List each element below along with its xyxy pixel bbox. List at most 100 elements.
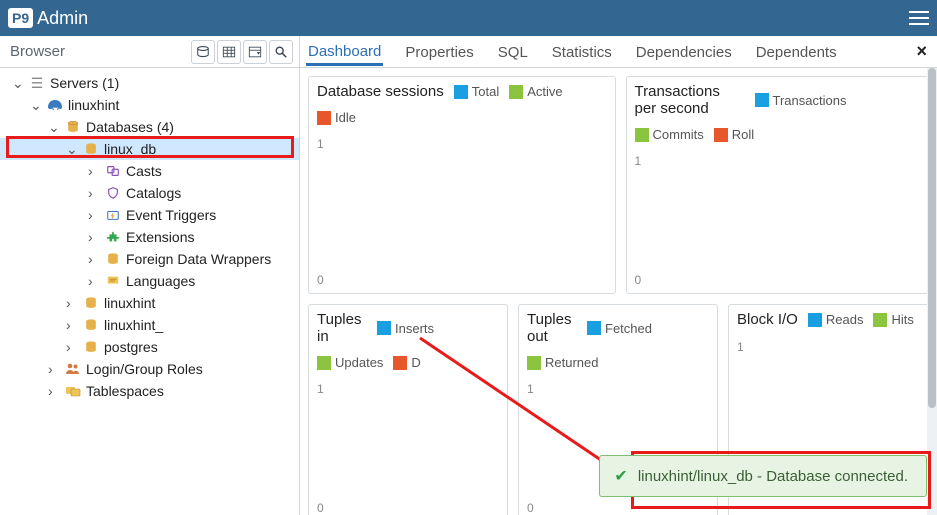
legend-commits: Commits <box>635 127 704 142</box>
content-pane: Dashboard Properties SQL Statistics Depe… <box>300 36 937 515</box>
chart-sessions: 1 0 <box>309 129 615 293</box>
card-tuples-in: Tuples in Inserts Updates D 1 0 <box>308 304 508 515</box>
logo-badge: P9 <box>8 8 33 28</box>
event-trigger-icon <box>104 208 122 222</box>
database-icon <box>82 142 100 156</box>
tree-db-linux_db[interactable]: ⌄ linux_db <box>0 138 299 160</box>
toast-message: linuxhint/linux_db - Database connected. <box>638 468 908 485</box>
scrollbar-thumb[interactable] <box>928 68 936 408</box>
tree-db-postgres[interactable]: › postgres <box>0 336 299 358</box>
app-topbar: P9 Admin <box>0 0 937 36</box>
card-title: Transactions per second <box>635 83 745 117</box>
close-panel-icon[interactable]: × <box>916 41 927 62</box>
legend-updates: Updates <box>317 355 383 370</box>
chevron-down-icon[interactable]: ⌄ <box>66 141 78 158</box>
legend-hits: Hits <box>873 312 913 327</box>
tablespaces-icon <box>64 384 82 398</box>
chevron-down-icon[interactable]: ⌄ <box>12 75 24 92</box>
sidebar-title: Browser <box>10 43 65 60</box>
y-tick: 0 <box>317 273 324 287</box>
y-tick: 1 <box>317 382 324 396</box>
tree-label: Event Triggers <box>126 207 216 223</box>
vertical-scrollbar[interactable] <box>927 68 937 515</box>
card-title: Database sessions <box>317 83 444 100</box>
browser-sidebar: Browser ⌄ ☰ Servers (1) ⌄ linuxhint <box>0 36 300 515</box>
casts-icon <box>104 164 122 178</box>
tree-extensions[interactable]: › Extensions <box>0 226 299 248</box>
y-tick: 0 <box>527 501 534 515</box>
card-title: Block I/O <box>737 311 798 328</box>
tree-event-triggers[interactable]: › Event Triggers <box>0 204 299 226</box>
elephant-icon <box>46 98 64 112</box>
tree-label: Extensions <box>126 229 194 245</box>
legend-rollbacks: Roll <box>714 127 754 142</box>
fdw-icon <box>104 252 122 266</box>
toast-notification[interactable]: ✔ linuxhint/linux_db - Database connecte… <box>599 455 927 497</box>
view-data-icon[interactable] <box>217 40 241 64</box>
servers-icon: ☰ <box>28 75 46 92</box>
tab-bar: Dashboard Properties SQL Statistics Depe… <box>300 36 937 68</box>
tree-label: linuxhint_ <box>104 317 163 333</box>
y-tick: 0 <box>635 273 642 287</box>
legend-fetched: Fetched <box>587 321 652 336</box>
tree-label: Tablespaces <box>86 383 164 399</box>
search-icon[interactable] <box>269 40 293 64</box>
tree-label: Languages <box>126 273 195 289</box>
filter-icon[interactable] <box>243 40 267 64</box>
tree-label: Login/Group Roles <box>86 361 203 377</box>
hamburger-menu-icon[interactable] <box>909 11 929 25</box>
chevron-down-icon[interactable]: ⌄ <box>30 97 42 114</box>
tree-tablespaces[interactable]: › Tablespaces <box>0 380 299 402</box>
tree-login-roles[interactable]: › Login/Group Roles <box>0 358 299 380</box>
database-icon <box>82 318 100 332</box>
tree-db-linuxhint_[interactable]: › linuxhint_ <box>0 314 299 336</box>
tree-label: postgres <box>104 339 158 355</box>
tree-servers[interactable]: ⌄ ☰ Servers (1) <box>0 72 299 94</box>
tab-sql[interactable]: SQL <box>496 38 530 65</box>
tree-languages[interactable]: › Languages <box>0 270 299 292</box>
legend-inserts: Inserts <box>377 321 434 336</box>
tree-catalogs[interactable]: › Catalogs <box>0 182 299 204</box>
chevron-right-icon[interactable]: › <box>88 185 100 201</box>
tab-dashboard[interactable]: Dashboard <box>306 37 383 66</box>
chevron-right-icon[interactable]: › <box>66 317 78 333</box>
check-icon: ✔ <box>614 466 627 486</box>
tab-statistics[interactable]: Statistics <box>550 38 614 65</box>
tree-databases[interactable]: ⌄ Databases (4) <box>0 116 299 138</box>
tree-db-linuxhint[interactable]: › linuxhint <box>0 292 299 314</box>
chevron-right-icon[interactable]: › <box>48 383 60 399</box>
tree-label: Casts <box>126 163 162 179</box>
legend-idle: Idle <box>317 110 356 125</box>
tree-casts[interactable]: › Casts <box>0 160 299 182</box>
database-icon <box>64 120 82 134</box>
card-title: Tuples in <box>317 311 367 345</box>
chevron-right-icon[interactable]: › <box>88 207 100 223</box>
card-title: Tuples out <box>527 311 577 345</box>
chevron-right-icon[interactable]: › <box>88 273 100 289</box>
chevron-right-icon[interactable]: › <box>66 339 78 355</box>
y-tick: 1 <box>737 340 744 354</box>
y-tick: 1 <box>635 154 642 168</box>
legend-transactions: Transactions <box>755 93 847 108</box>
chevron-right-icon[interactable]: › <box>88 229 100 245</box>
chevron-right-icon[interactable]: › <box>88 251 100 267</box>
tree-fdw[interactable]: › Foreign Data Wrappers <box>0 248 299 270</box>
tab-dependents[interactable]: Dependents <box>754 38 839 65</box>
roles-icon <box>64 362 82 376</box>
chevron-right-icon[interactable]: › <box>48 361 60 377</box>
extensions-icon <box>104 230 122 244</box>
chart-tps: 1 0 <box>627 146 933 293</box>
chevron-right-icon[interactable]: › <box>88 163 100 179</box>
legend-total: Total <box>454 84 499 99</box>
chevron-right-icon[interactable]: › <box>66 295 78 311</box>
tree-server-linuxhint[interactable]: ⌄ linuxhint <box>0 94 299 116</box>
chevron-down-icon[interactable]: ⌄ <box>48 119 60 136</box>
tab-properties[interactable]: Properties <box>403 38 475 65</box>
tree-label: linuxhint <box>104 295 155 311</box>
card-tps: Transactions per second Transactions Com… <box>626 76 934 294</box>
languages-icon <box>104 274 122 288</box>
query-tool-icon[interactable] <box>191 40 215 64</box>
legend-returned: Returned <box>527 355 598 370</box>
tab-dependencies[interactable]: Dependencies <box>634 38 734 65</box>
y-tick: 0 <box>317 501 324 515</box>
